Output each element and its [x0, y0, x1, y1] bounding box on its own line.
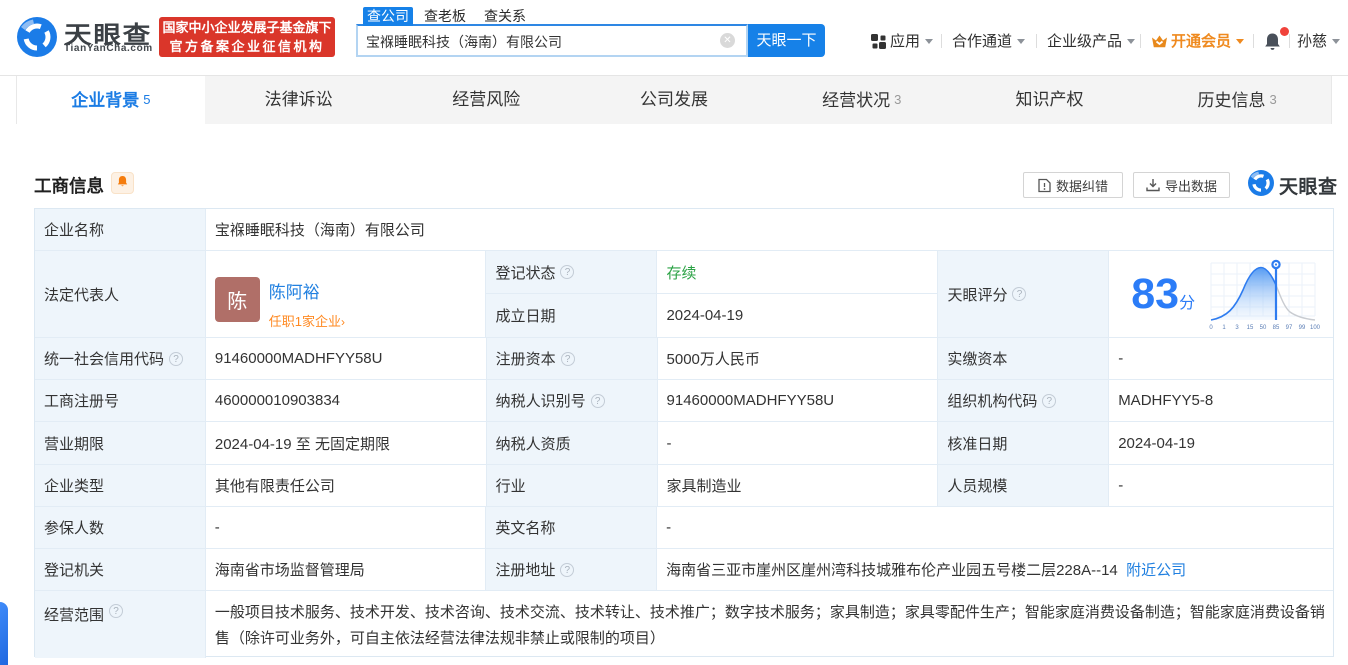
- svg-text:99: 99: [1299, 325, 1306, 331]
- svg-text:0: 0: [1210, 325, 1214, 331]
- svg-text:97: 97: [1286, 325, 1293, 331]
- svg-text:50: 50: [1260, 325, 1267, 331]
- svg-text:85: 85: [1273, 325, 1280, 331]
- svg-text:3: 3: [1236, 325, 1240, 331]
- svg-text:15: 15: [1247, 325, 1254, 331]
- svg-text:100: 100: [1310, 325, 1321, 331]
- svg-text:1: 1: [1223, 325, 1227, 331]
